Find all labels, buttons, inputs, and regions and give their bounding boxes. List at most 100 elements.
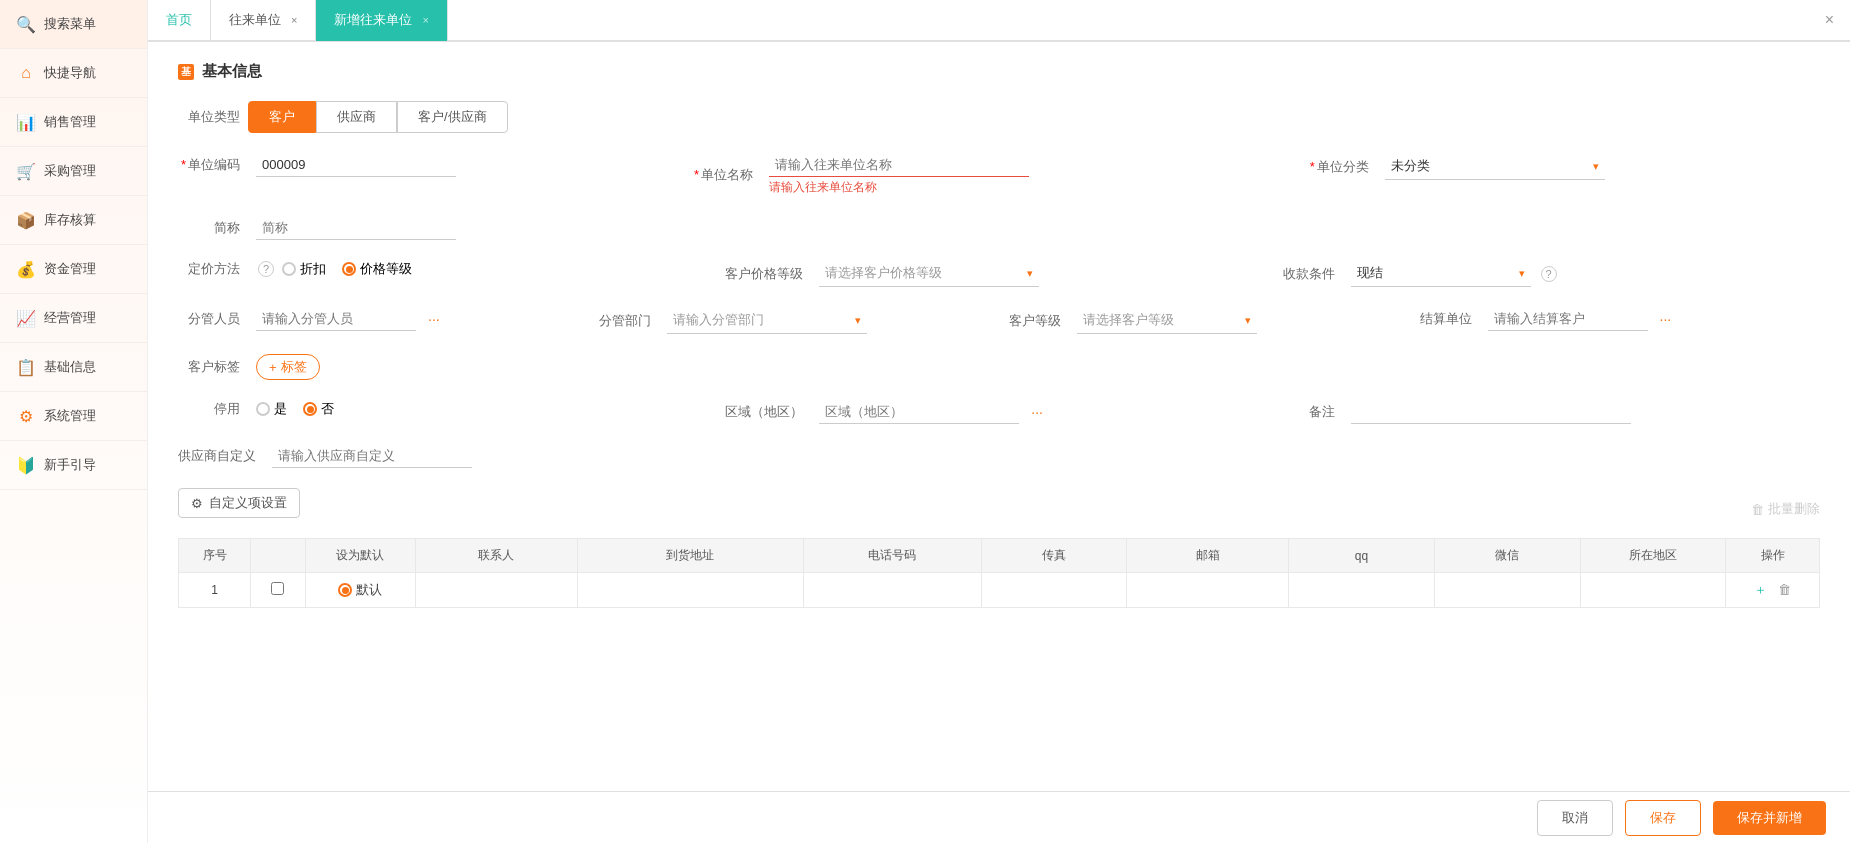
btn-type-customer[interactable]: 客户 (248, 101, 316, 133)
cell-ops: ＋ 🗑 (1726, 573, 1820, 608)
sidebar-item-beginner[interactable]: 🔰 新手引导 (0, 441, 147, 490)
col-fax: 传真 (981, 539, 1127, 573)
sidebar-item-purchase[interactable]: 🛒 采购管理 (0, 147, 147, 196)
unit-type-label: 单位类型 (178, 108, 248, 126)
tab-home[interactable]: 首页 (148, 0, 211, 41)
remark-group: 备注 (1273, 400, 1820, 424)
disable-no[interactable]: 否 (303, 400, 334, 418)
sidebar-item-search[interactable]: 🔍 搜索菜单 (0, 0, 147, 49)
row-supervisor: 分管人员 ··· 分管部门 请输入分管部门 ▾ 客户等级 请选择客户等级 ▾ 结… (178, 307, 1820, 334)
cell-qq[interactable] (1289, 573, 1435, 608)
section-title: 基本信息 (202, 62, 262, 81)
region-input-cell[interactable] (1618, 583, 1688, 598)
cell-checkbox[interactable] (251, 573, 305, 608)
email-input[interactable] (1168, 583, 1248, 598)
unit-type-group: 客户 供应商 客户/供应商 (248, 101, 508, 133)
cell-phone[interactable] (803, 573, 981, 608)
unit-name-input[interactable] (769, 153, 1029, 177)
cell-address[interactable] (577, 573, 803, 608)
pricing-option-discount[interactable]: 折扣 (282, 260, 326, 278)
sidebar-item-system[interactable]: ⚙ 系统管理 (0, 392, 147, 441)
phone-input[interactable] (847, 583, 937, 598)
add-tag-button[interactable]: + 标签 (256, 354, 320, 380)
sidebar-item-quick-nav[interactable]: ⌂ 快捷导航 (0, 49, 147, 98)
btn-type-both[interactable]: 客户/供应商 (397, 101, 508, 133)
contact-table: 序号 设为默认 联系人 到货地址 电话号码 传真 邮箱 qq 微信 所在地区 操… (178, 538, 1820, 608)
col-wechat: 微信 (1434, 539, 1580, 573)
sidebar-item-inventory[interactable]: 📦 库存核算 (0, 196, 147, 245)
payment-label: 收款条件 (1273, 265, 1343, 283)
pricing-help-icon[interactable]: ? (258, 261, 274, 277)
customer-price-select[interactable]: 请选择客户价格等级 ▾ (819, 260, 1039, 287)
sidebar-item-finance[interactable]: 💰 资金管理 (0, 245, 147, 294)
supervisor-input[interactable] (256, 307, 416, 331)
customer-level-select[interactable]: 请选择客户等级 ▾ (1077, 307, 1257, 334)
cell-contact[interactable] (416, 573, 578, 608)
payment-help-icon[interactable]: ? (1541, 266, 1557, 282)
batch-delete-btn[interactable]: 🗑 批量删除 (1751, 500, 1820, 518)
chevron-down-icon: ▾ (1593, 160, 1599, 173)
chevron-level-icon: ▾ (1245, 314, 1251, 327)
chevron-price-icon: ▾ (1027, 267, 1033, 280)
qq-input[interactable] (1327, 583, 1397, 598)
supplier-custom-input[interactable] (272, 444, 472, 468)
unit-category-select[interactable]: 未分类 ▾ (1385, 153, 1605, 180)
default-radio[interactable]: 默认 (316, 581, 406, 599)
address-input[interactable] (630, 583, 750, 598)
radio-level (342, 262, 356, 276)
settlement-more-btn[interactable]: ··· (1660, 311, 1672, 327)
close-partner-tab[interactable]: × (291, 14, 297, 26)
contact-input[interactable] (456, 583, 536, 598)
sidebar-item-basic-info[interactable]: 📋 基础信息 (0, 343, 147, 392)
disable-radio-group: 是 否 (256, 400, 334, 418)
wechat-input[interactable] (1472, 583, 1542, 598)
row-disable: 停用 是 否 区域（地区） ··· 备注 (178, 400, 1820, 424)
payment-group: 收款条件 现结 ▾ ? (1273, 260, 1820, 287)
main-area: 首页 往来单位 × 新增往来单位 × × 基 基本信息 单位类型 客户 供应商 … (148, 0, 1850, 843)
unit-category-value: 未分类 (1391, 157, 1589, 175)
sidebar-item-operations[interactable]: 📈 经营管理 (0, 294, 147, 343)
close-all-tabs[interactable]: × (1809, 11, 1850, 29)
chevron-dept-icon: ▾ (855, 314, 861, 327)
cancel-button[interactable]: 取消 (1537, 800, 1613, 836)
delete-row-btn[interactable]: 🗑 (1778, 582, 1791, 597)
remark-input[interactable] (1351, 400, 1631, 424)
sidebar-item-sales[interactable]: 📊 销售管理 (0, 98, 147, 147)
add-row-btn[interactable]: ＋ (1754, 582, 1767, 597)
home-icon: ⌂ (16, 63, 36, 83)
col-phone: 电话号码 (803, 539, 981, 573)
save-button[interactable]: 保存 (1625, 800, 1701, 836)
cell-fax[interactable] (981, 573, 1127, 608)
cell-email[interactable] (1127, 573, 1289, 608)
tab-new-partner[interactable]: 新增往来单位 × (316, 0, 447, 41)
row-checkbox[interactable] (271, 582, 284, 595)
short-name-input[interactable] (256, 216, 456, 240)
row-pricing: 定价方法 ? 折扣 价格等级 客户价格等级 请选择客户价格等级 (178, 260, 1820, 287)
gear-icon: ⚙ (16, 406, 36, 426)
dept-select[interactable]: 请输入分管部门 ▾ (667, 307, 867, 334)
disable-yes[interactable]: 是 (256, 400, 287, 418)
custom-settings-button[interactable]: ⚙ 自定义项设置 (178, 488, 300, 518)
fax-input[interactable] (1019, 583, 1089, 598)
supervisor-more-btn[interactable]: ··· (428, 311, 440, 327)
cell-region[interactable] (1580, 573, 1726, 608)
save-new-button[interactable]: 保存并新增 (1713, 801, 1826, 835)
region-more-btn[interactable]: ··· (1031, 404, 1043, 420)
settings-icon: ⚙ (191, 496, 203, 511)
btn-type-supplier[interactable]: 供应商 (316, 101, 397, 133)
region-input[interactable] (819, 400, 1019, 424)
settlement-input[interactable] (1488, 307, 1648, 331)
close-new-partner-tab[interactable]: × (422, 14, 428, 26)
pricing-option-level[interactable]: 价格等级 (342, 260, 412, 278)
cell-wechat[interactable] (1434, 573, 1580, 608)
radio-default (338, 583, 352, 597)
col-default: 设为默认 (305, 539, 416, 573)
short-name-group: 简称 (178, 216, 1820, 240)
plus-icon: + (269, 360, 277, 375)
unit-code-label: 单位编码 (178, 156, 248, 174)
payment-select[interactable]: 现结 ▾ (1351, 260, 1531, 287)
unit-code-input[interactable] (256, 153, 456, 177)
short-name-label: 简称 (178, 219, 248, 237)
dept-placeholder: 请输入分管部门 (673, 311, 851, 329)
tab-partner[interactable]: 往来单位 × (211, 0, 316, 41)
